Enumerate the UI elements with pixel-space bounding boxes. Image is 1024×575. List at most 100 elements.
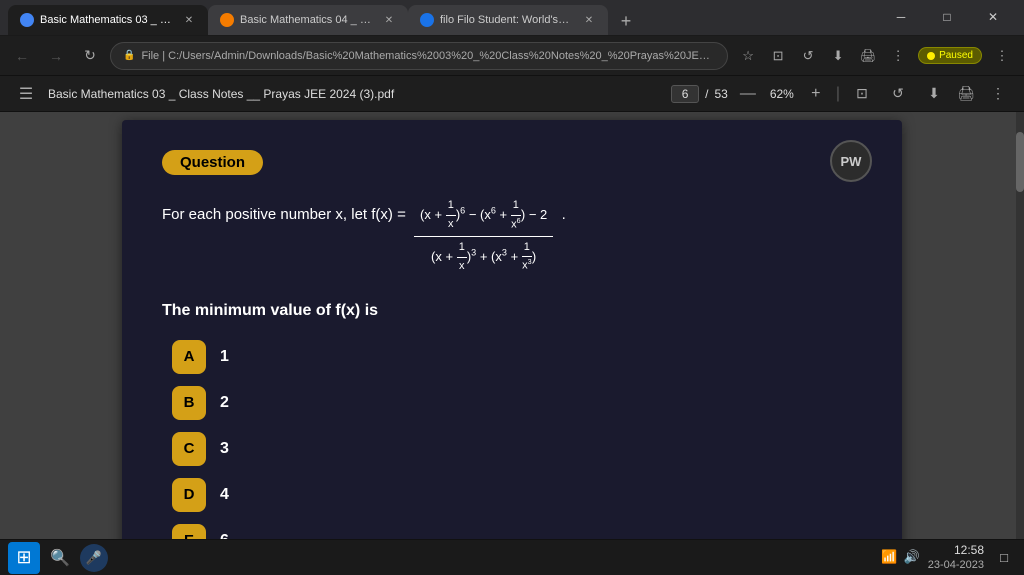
new-tab-button[interactable]: + (612, 7, 640, 35)
option-row-b: B 2 (172, 386, 862, 420)
forward-button[interactable]: → (42, 42, 70, 70)
minimize-button[interactable]: ─ (878, 0, 924, 35)
zoom-value: 62% (764, 87, 800, 101)
min-value-text: The minimum value of f(x) is (162, 302, 862, 320)
paused-dot (927, 52, 935, 60)
volume-tray-icon[interactable]: 🔊 (904, 549, 920, 565)
page-number-input[interactable] (671, 85, 699, 103)
question-label: Question (162, 150, 263, 175)
system-tray: 📶 🔊 (881, 549, 919, 565)
option-badge-d[interactable]: D (172, 478, 206, 512)
tab-label-3: filo Filo Student: World's Only Live le (440, 14, 572, 26)
tab-search-button[interactable]: ⊡ (764, 42, 792, 70)
tab-favicon-3 (420, 13, 434, 27)
tab-label-1: Basic Mathematics 03 _ Class No (40, 14, 172, 26)
option-badge-b[interactable]: B (172, 386, 206, 420)
bookmark-star-button[interactable]: ☆ (734, 42, 762, 70)
fit-page-button[interactable]: ⊡ (848, 80, 876, 108)
option-row-a: A 1 (172, 340, 862, 374)
option-row-e: E 6 (172, 524, 862, 539)
page-separator: / (705, 87, 708, 101)
pdf-title: Basic Mathematics 03 _ Class Notes __ Pr… (48, 87, 663, 101)
more-pdf-button[interactable]: ⋮ (984, 80, 1012, 108)
tab-bar: Basic Mathematics 03 _ Class No ✕ Basic … (0, 0, 1024, 36)
more-button[interactable]: ⋮ (884, 42, 912, 70)
paused-label: Paused (939, 50, 973, 61)
system-clock[interactable]: 12:58 23-04-2023 (928, 543, 984, 573)
cortana-taskbar-button[interactable]: 🎤 (80, 544, 108, 572)
tab-favicon-2 (220, 13, 234, 27)
taskbar-right: 📶 🔊 12:58 23-04-2023 □ (881, 543, 1016, 573)
page-navigation: / 53 (671, 85, 728, 103)
option-row-c: C 3 (172, 432, 862, 466)
zoom-in-button[interactable]: + (804, 82, 828, 106)
tab-close-2[interactable]: ✕ (382, 13, 396, 27)
start-button[interactable]: ⊞ (8, 542, 40, 574)
option-value-a: 1 (220, 348, 229, 366)
pdf-page: PW Question For each positive number x, … (122, 120, 902, 539)
page-total: 53 (714, 87, 727, 101)
option-label-c: C (184, 440, 195, 457)
tab-favicon-1 (20, 13, 34, 27)
option-badge-c[interactable]: C (172, 432, 206, 466)
question-formula: (x + 1x)6 − (x6 + 1x6) − 2 (x + 1x)3 + (… (414, 195, 553, 278)
address-input[interactable]: 🔒 File | C:/Users/Admin/Downloads/Basic%… (110, 42, 728, 70)
tab-close-1[interactable]: ✕ (182, 13, 196, 27)
option-badge-e[interactable]: E (172, 524, 206, 539)
tab-label-2: Basic Mathematics 04 _ Class No (240, 14, 372, 26)
window-controls: ─ □ ✕ (878, 0, 1016, 35)
option-value-c: 3 (220, 440, 229, 458)
formula-denominator: (x + 1x)3 + (x3 + 1x3) (425, 237, 542, 278)
browser-window: Basic Mathematics 03 _ Class No ✕ Basic … (0, 0, 1024, 575)
taskbar: ⊞ 🔍 🎤 📶 🔊 12:58 23-04-2023 □ (0, 539, 1024, 575)
notification-button[interactable]: □ (992, 545, 1016, 569)
option-value-b: 2 (220, 394, 229, 412)
question-body: For each positive number x, let f(x) = (… (162, 195, 862, 278)
hamburger-menu-button[interactable]: ☰ (12, 80, 40, 108)
tab-close-3[interactable]: ✕ (582, 13, 596, 27)
tab-filo[interactable]: filo Filo Student: World's Only Live le … (408, 5, 608, 35)
search-taskbar-button[interactable]: 🔍 (44, 542, 76, 574)
back-button[interactable]: ← (8, 42, 36, 70)
zoom-controls: — 62% + (736, 82, 828, 106)
pw-badge: PW (830, 140, 872, 182)
download-button[interactable]: ⬇ (824, 42, 852, 70)
pdf-toolbar: ☰ Basic Mathematics 03 _ Class Notes __ … (0, 76, 1024, 112)
formula-numerator: (x + 1x)6 − (x6 + 1x6) − 2 (414, 195, 553, 237)
refresh-button[interactable]: ↻ (76, 42, 104, 70)
numerator-content: (x + 1x)6 − (x6 + 1x6) − 2 (420, 207, 547, 222)
option-label-a: A (184, 348, 195, 365)
history-button[interactable]: ↺ (794, 42, 822, 70)
paused-badge: Paused (918, 47, 982, 64)
options-list: A 1 B 2 C 3 D (162, 340, 862, 539)
zoom-out-button[interactable]: — (736, 82, 760, 106)
address-actions: ☆ ⊡ ↺ ⬇ 🖨 ⋮ (734, 42, 912, 70)
extensions-button[interactable]: ⋮ (988, 42, 1016, 70)
pw-badge-text: PW (841, 154, 862, 169)
lock-icon: 🔒 (123, 50, 135, 61)
option-label-d: D (184, 486, 195, 503)
print-pdf-button[interactable]: 🖨 (952, 80, 980, 108)
tab-basic-math-03[interactable]: Basic Mathematics 03 _ Class No ✕ (8, 5, 208, 35)
option-label-b: B (184, 394, 195, 411)
clock-time: 12:58 (928, 543, 984, 559)
tab-basic-math-04[interactable]: Basic Mathematics 04 _ Class No ✕ (208, 5, 408, 35)
pdf-scrollbar-thumb[interactable] (1016, 132, 1024, 192)
question-prefix-text: For each positive number x, let f(x) = (162, 206, 406, 223)
network-tray-icon[interactable]: 📶 (881, 549, 897, 565)
address-bar: ← → ↻ 🔒 File | C:/Users/Admin/Downloads/… (0, 36, 1024, 76)
pdf-scrollbar[interactable] (1016, 112, 1024, 539)
pdf-content-area: PW Question For each positive number x, … (0, 112, 1024, 539)
toolbar-separator: | (836, 85, 840, 103)
toolbar-right: ⬇ 🖨 ⋮ (920, 80, 1012, 108)
option-row-d: D 4 (172, 478, 862, 512)
close-button[interactable]: ✕ (970, 0, 1016, 35)
option-label-e: E (184, 532, 194, 539)
clock-date: 23-04-2023 (928, 558, 984, 572)
maximize-button[interactable]: □ (924, 0, 970, 35)
option-value-d: 4 (220, 486, 229, 504)
print-button[interactable]: 🖨 (854, 42, 882, 70)
download-pdf-button[interactable]: ⬇ (920, 80, 948, 108)
rotate-button[interactable]: ↺ (884, 80, 912, 108)
option-badge-a[interactable]: A (172, 340, 206, 374)
